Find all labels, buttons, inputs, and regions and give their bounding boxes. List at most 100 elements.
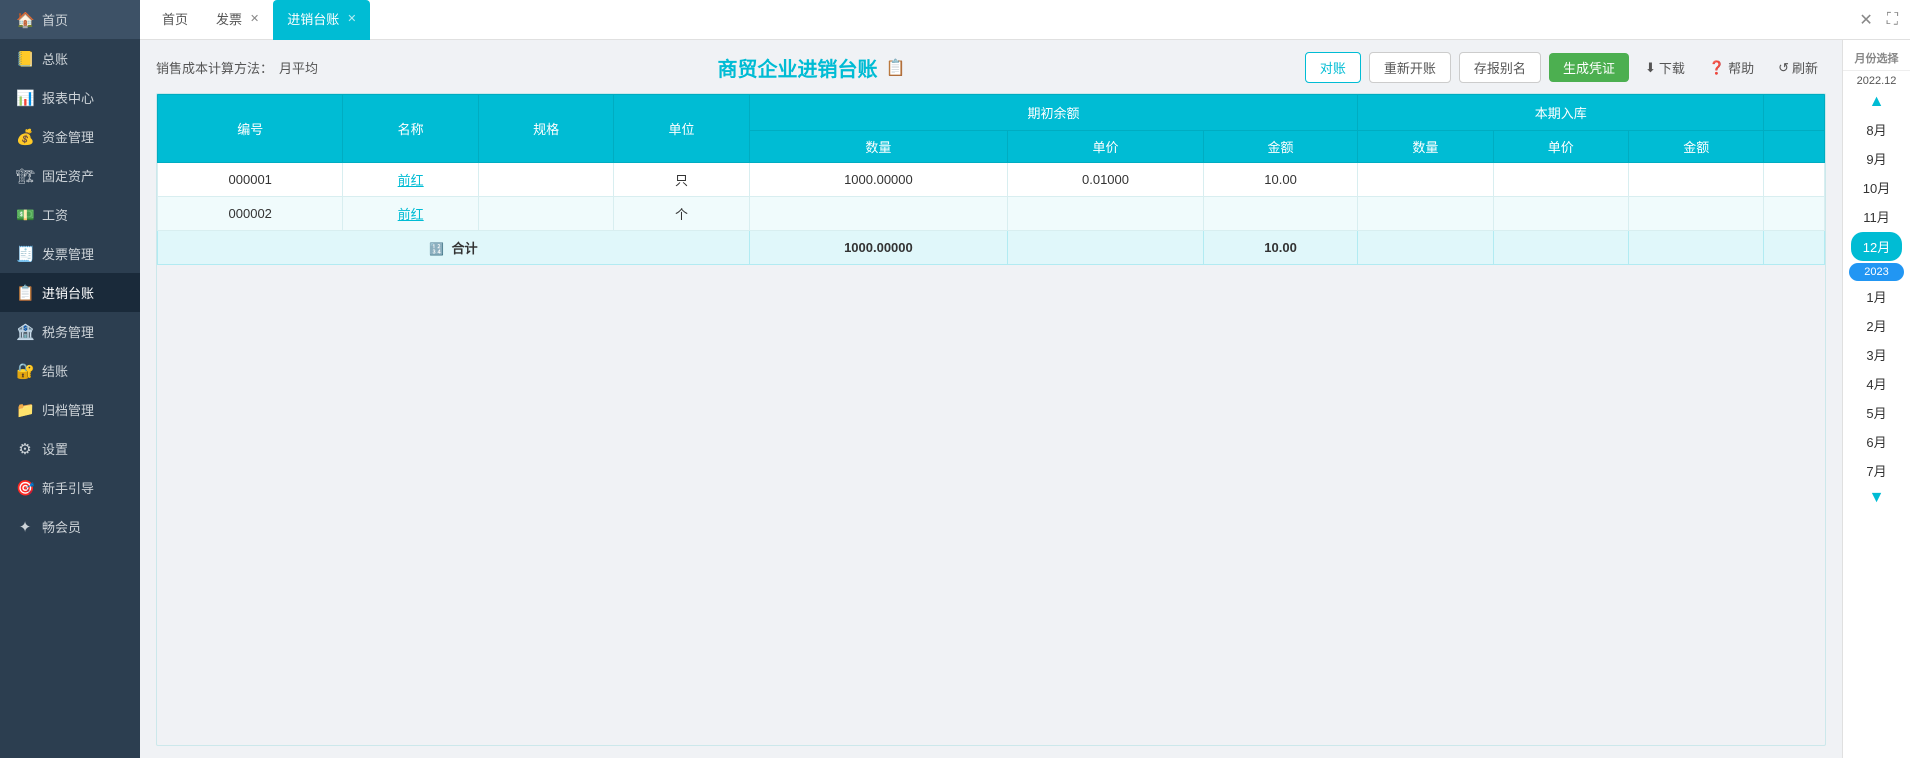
page-title-area: 商贸企业进销台账 📋	[318, 53, 1305, 82]
sidebar-item-label: 资金管理	[42, 127, 94, 146]
assets-icon: 🏗	[16, 167, 34, 185]
row2-ob-price	[1008, 197, 1204, 231]
save-name-button[interactable]: 存报别名	[1459, 52, 1541, 83]
funds-icon: 💰	[16, 128, 34, 146]
settings-icon: ⚙	[16, 440, 34, 458]
sidebar-item-invoice[interactable]: 🧾 发票管理	[0, 234, 140, 273]
row1-unit: 只	[614, 163, 749, 197]
tab-inventory-label: 进销台账	[287, 9, 339, 28]
refresh-button[interactable]: ↺ 刷新	[1770, 53, 1826, 82]
sidebar-item-assets[interactable]: 🏗 固定资产	[0, 156, 140, 195]
reopen-button[interactable]: 重新开账	[1369, 52, 1451, 83]
download-button[interactable]: ⬇ 下载	[1637, 53, 1693, 82]
sidebar-item-label: 归档管理	[42, 400, 94, 419]
sidebar-item-label: 税务管理	[42, 322, 94, 341]
content-area: 销售成本计算方法： 月平均 商贸企业进销台账 📋 对账 重新开账 存报别名 生成…	[140, 40, 1910, 758]
row1-extra	[1764, 163, 1825, 197]
col-sub-pi-amount: 金额	[1629, 131, 1764, 163]
month-item-4[interactable]: 4月	[1843, 369, 1910, 398]
generate-voucher-button[interactable]: 生成凭证	[1549, 53, 1629, 82]
col-header-name: 名称	[343, 95, 478, 163]
help-button[interactable]: ❓ 帮助	[1701, 53, 1762, 82]
month-item-12[interactable]: 12月	[1851, 232, 1902, 261]
tab-home[interactable]: 首页	[148, 0, 202, 40]
ledger-icon: 📒	[16, 50, 34, 68]
month-item-10[interactable]: 10月	[1843, 173, 1910, 202]
total-pi-qty	[1358, 231, 1493, 265]
sidebar-item-home[interactable]: 🏠 首页	[0, 0, 140, 39]
help-icon: ❓	[1709, 60, 1725, 76]
month-item-5[interactable]: 5月	[1843, 398, 1910, 427]
total-pi-price	[1493, 231, 1628, 265]
refresh-label: 刷新	[1792, 58, 1818, 77]
window-maximize-button[interactable]: ⛶	[1883, 9, 1902, 31]
reports-icon: 📊	[16, 89, 34, 107]
total-ob-amount: 10.00	[1203, 231, 1357, 265]
sidebar-item-label: 发票管理	[42, 244, 94, 263]
col-header-opening-balance: 期初余额	[749, 95, 1357, 131]
month-scroll-down[interactable]: ▼	[1843, 485, 1910, 511]
sidebar-item-closing[interactable]: 🔐 结账	[0, 351, 140, 390]
row1-ob-price: 0.01000	[1008, 163, 1204, 197]
month-item-7[interactable]: 7月	[1843, 456, 1910, 485]
row2-pi-amount	[1629, 197, 1764, 231]
title-info-icon[interactable]: 📋	[886, 58, 906, 78]
sidebar-item-label: 进销台账	[42, 283, 94, 302]
row1-pi-price	[1493, 163, 1628, 197]
reconcile-button[interactable]: 对账	[1305, 52, 1361, 83]
tax-icon: 🏦	[16, 323, 34, 341]
tab-invoice-close[interactable]: ✕	[250, 12, 259, 25]
col-sub-pi-qty: 数量	[1358, 131, 1493, 163]
main-area: 首页 发票 ✕ 进销台账 ✕ ✕ ⛶ 销售成本计算方法： 月平均 商贸企业	[140, 0, 1910, 758]
month-item-8[interactable]: 8月	[1843, 115, 1910, 144]
col-header-code: 编号	[158, 95, 343, 163]
table-row: 000001 前红 只 1000.00000 0.01000 10.00	[158, 163, 1825, 197]
month-item-2[interactable]: 2月	[1843, 311, 1910, 340]
row2-spec	[478, 197, 613, 231]
sidebar-item-tax[interactable]: 🏦 税务管理	[0, 312, 140, 351]
cost-method-value: 月平均	[279, 58, 318, 77]
sidebar-item-inventory[interactable]: 📋 进销台账	[0, 273, 140, 312]
year-2022-label: 2022.12	[1843, 71, 1910, 89]
member-icon: ✦	[16, 518, 34, 536]
row2-name[interactable]: 前红	[343, 197, 478, 231]
month-scroll-up[interactable]: ▲	[1843, 89, 1910, 115]
inventory-table-container: 编号 名称 规格 单位 期初余额 本期入库 数量 单价 金额 数量	[156, 93, 1826, 746]
sidebar-item-settings[interactable]: ⚙ 设置	[0, 429, 140, 468]
sidebar-item-member[interactable]: ✦ 畅会员	[0, 507, 140, 546]
month-item-11[interactable]: 11月	[1843, 202, 1910, 231]
col-header-unit: 单位	[614, 95, 749, 163]
table-row: 000002 前红 个	[158, 197, 1825, 231]
cost-method-info: 销售成本计算方法： 月平均	[156, 58, 318, 77]
archive-icon: 📁	[16, 401, 34, 419]
row2-pi-qty	[1358, 197, 1493, 231]
main-panel: 销售成本计算方法： 月平均 商贸企业进销台账 📋 对账 重新开账 存报别名 生成…	[140, 40, 1842, 758]
row1-name[interactable]: 前红	[343, 163, 478, 197]
sidebar-item-archive[interactable]: 📁 归档管理	[0, 390, 140, 429]
tab-inventory[interactable]: 进销台账 ✕	[273, 0, 370, 40]
row1-ob-qty: 1000.00000	[749, 163, 1007, 197]
window-close-button[interactable]: ✕	[1855, 8, 1876, 32]
sidebar-item-ledger[interactable]: 📒 总账	[0, 39, 140, 78]
help-label: 帮助	[1728, 58, 1754, 77]
sidebar-item-label: 总账	[42, 49, 68, 68]
month-item-3[interactable]: 3月	[1843, 340, 1910, 369]
invoice-icon: 🧾	[16, 245, 34, 263]
sidebar-item-label: 报表中心	[42, 88, 94, 107]
row2-code: 000002	[158, 197, 343, 231]
month-item-1[interactable]: 1月	[1843, 282, 1910, 311]
sidebar-item-reports[interactable]: 📊 报表中心	[0, 78, 140, 117]
col-header-period-inbound: 本期入库	[1358, 95, 1764, 131]
tab-invoice[interactable]: 发票 ✕	[202, 0, 273, 40]
sidebar-item-payroll[interactable]: 💵 工资	[0, 195, 140, 234]
sidebar-item-guide[interactable]: 🎯 新手引导	[0, 468, 140, 507]
row2-ob-amount	[1203, 197, 1357, 231]
month-item-9[interactable]: 9月	[1843, 144, 1910, 173]
tab-inventory-close[interactable]: ✕	[347, 12, 356, 25]
tab-invoice-label: 发票	[216, 9, 242, 28]
month-item-6[interactable]: 6月	[1843, 427, 1910, 456]
sidebar-item-label: 畅会员	[42, 517, 81, 536]
row2-unit: 个	[614, 197, 749, 231]
row1-ob-amount: 10.00	[1203, 163, 1357, 197]
sidebar-item-funds[interactable]: 💰 资金管理	[0, 117, 140, 156]
